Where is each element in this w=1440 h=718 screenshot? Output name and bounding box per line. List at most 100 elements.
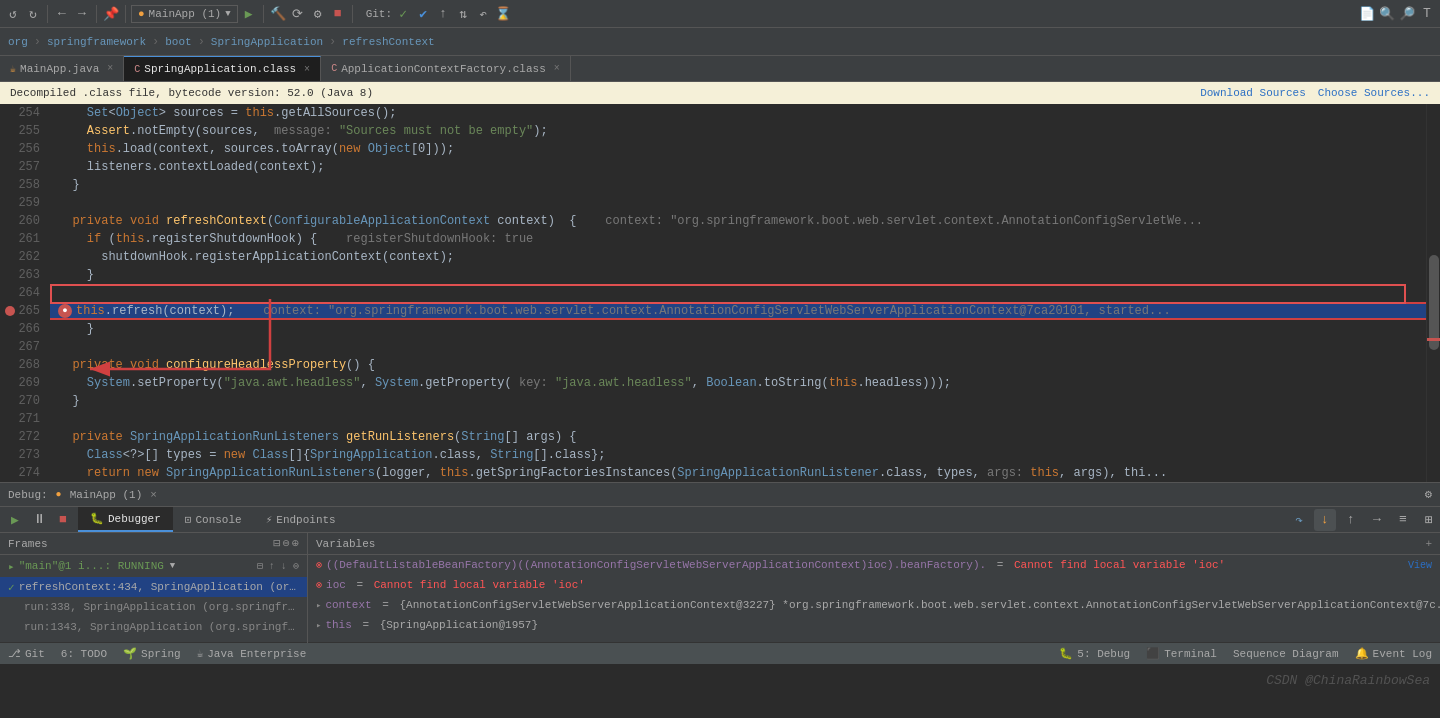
code-line-273[interactable]: Class<?>[] types = new Class[]{SpringApp…: [50, 446, 1426, 464]
filter-btn[interactable]: ⊜: [283, 536, 290, 551]
code-line-265[interactable]: ● this.refresh(context); context: "org.s…: [50, 302, 1426, 320]
ln-262: 262: [4, 248, 46, 266]
code-line-264[interactable]: [50, 284, 1426, 302]
download-sources-link[interactable]: Download Sources: [1200, 87, 1306, 99]
gear-icon[interactable]: ⚙: [1425, 488, 1432, 502]
code-line-255[interactable]: Assert.notEmpty(sources, message: "Sourc…: [50, 122, 1426, 140]
status-git-label: Git: [25, 648, 45, 660]
code-line-257[interactable]: listeners.contextLoaded(context);: [50, 158, 1426, 176]
code-line-268[interactable]: private void configureHeadlessProperty()…: [50, 356, 1426, 374]
code-line-254[interactable]: Set<Object> sources = this.getAllSources…: [50, 104, 1426, 122]
choose-sources-link[interactable]: Choose Sources...: [1318, 87, 1430, 99]
var-item-3[interactable]: ▸ this = {SpringApplication@1957}: [308, 615, 1440, 635]
status-terminal[interactable]: ⬛ Terminal: [1146, 647, 1217, 660]
nav-boot[interactable]: boot: [165, 36, 191, 48]
status-todo[interactable]: 6: TODO: [61, 648, 107, 660]
step-into-btn[interactable]: ↓: [1314, 509, 1336, 531]
scrollbar[interactable]: [1426, 104, 1440, 482]
settings-icon[interactable]: ⚙: [309, 5, 327, 23]
tab-console[interactable]: ⊡ Console: [173, 507, 254, 532]
tab-endpoints[interactable]: ⚡ Endpoints: [254, 507, 348, 532]
back-icon[interactable]: ←: [53, 5, 71, 23]
git-check-icon[interactable]: ✓: [394, 5, 412, 23]
code-line-274[interactable]: return new SpringApplicationRunListeners…: [50, 464, 1426, 482]
status-eventlog[interactable]: 🔔 Event Log: [1355, 647, 1432, 660]
tab-debugger[interactable]: 🐛 Debugger: [78, 507, 173, 532]
status-java-enterprise[interactable]: ☕ Java Enterprise: [197, 647, 307, 660]
var-item-1[interactable]: ⊗ ioc = Cannot find local variable 'ioc': [308, 575, 1440, 595]
status-spring[interactable]: 🌱 Spring: [123, 647, 181, 660]
frame-item-1[interactable]: run:338, SpringApplication (org.springfr…: [0, 597, 307, 617]
undo-icon[interactable]: ↺: [4, 5, 22, 23]
status-debug[interactable]: 🐛 5: Debug: [1059, 647, 1130, 660]
nav-springframework[interactable]: springframework: [47, 36, 146, 48]
step-over-btn[interactable]: ↷: [1288, 509, 1310, 531]
run-cursor-btn[interactable]: →: [1366, 509, 1388, 531]
stop-icon[interactable]: ■: [329, 5, 347, 23]
pin-icon[interactable]: 📌: [102, 5, 120, 23]
thread-item[interactable]: ▸ "main"@1 i...: RUNNING ▼ ⊟ ↑ ↓ ⊜: [0, 555, 307, 577]
redo-icon[interactable]: ↻: [24, 5, 42, 23]
git-history-icon[interactable]: ⌛: [494, 5, 512, 23]
nav-springapplication[interactable]: SpringApplication: [211, 36, 323, 48]
forward-icon[interactable]: →: [73, 5, 91, 23]
code-line-262[interactable]: shutdownHook.registerApplicationContext(…: [50, 248, 1426, 266]
nav-org[interactable]: org: [8, 36, 28, 48]
code-line-267[interactable]: [50, 338, 1426, 356]
code-line-258[interactable]: }: [50, 176, 1426, 194]
step-out-btn[interactable]: ↑: [1340, 509, 1362, 531]
nav-refreshcontext[interactable]: refreshContext: [342, 36, 434, 48]
run-icon[interactable]: ▶: [240, 5, 258, 23]
frame-item-2[interactable]: run:1343, SpringApplication (org.springf…: [0, 617, 307, 637]
code-line-261[interactable]: if (this.registerShutdownHook) { registe…: [50, 230, 1426, 248]
view-link-0[interactable]: View: [1408, 560, 1432, 571]
file-icon[interactable]: 📄: [1358, 5, 1376, 23]
add-watch-btn[interactable]: +: [1425, 538, 1432, 550]
code-line-256[interactable]: this.load(context, sources.toArray(new O…: [50, 140, 1426, 158]
expand-arrow-2[interactable]: ▸: [316, 600, 321, 611]
var-item-0[interactable]: ⊗ ((DefaultListableBeanFactory)((Annotat…: [308, 555, 1440, 575]
tab-appctx[interactable]: C ApplicationContextFactory.class ×: [321, 56, 571, 81]
git-push-icon[interactable]: ↑: [434, 5, 452, 23]
je-icon: ☕: [197, 647, 204, 660]
build-icon[interactable]: 🔨: [269, 5, 287, 23]
var-item-2[interactable]: ▸ context = {AnnotationConfigServletWebS…: [308, 595, 1440, 615]
close-mainapp[interactable]: ×: [107, 63, 113, 74]
code-line-270[interactable]: }: [50, 392, 1426, 410]
copy-btn[interactable]: ⊕: [292, 536, 299, 551]
frame-item-0[interactable]: ✓ refreshContext:434, SpringApplication …: [0, 577, 307, 597]
thread-controls-btn[interactable]: ⊟ ↑ ↓ ⊜: [257, 560, 299, 572]
git-tick-icon[interactable]: ✔: [414, 5, 432, 23]
status-git[interactable]: ⎇ Git: [8, 647, 45, 660]
tab-springapp[interactable]: C SpringApplication.class ×: [124, 56, 321, 81]
expand-arrow-3[interactable]: ▸: [316, 620, 321, 631]
translate-icon[interactable]: T: [1418, 5, 1436, 23]
code-line-263[interactable]: }: [50, 266, 1426, 284]
code-line-271[interactable]: [50, 410, 1426, 428]
git-revert-icon[interactable]: ↶: [474, 5, 492, 23]
code-line-259[interactable]: [50, 194, 1426, 212]
pause-btn[interactable]: ⏸: [28, 509, 50, 531]
run-config-selector[interactable]: ● MainApp (1) ▼: [131, 5, 238, 23]
code-line-260[interactable]: private void refreshContext(Configurable…: [50, 212, 1426, 230]
code-line-269[interactable]: System.setProperty("java.awt.headless", …: [50, 374, 1426, 392]
tab-mainapp[interactable]: ☕ MainApp.java ×: [0, 56, 124, 81]
layout-btn[interactable]: ⊞: [1418, 509, 1440, 531]
stop-btn[interactable]: ■: [52, 509, 74, 531]
find-icon[interactable]: 🔎: [1398, 5, 1416, 23]
code-area[interactable]: Set<Object> sources = this.getAllSources…: [50, 104, 1426, 482]
search-icon[interactable]: 🔍: [1378, 5, 1396, 23]
code-line-272[interactable]: private SpringApplicationRunListeners ge…: [50, 428, 1426, 446]
thread-dump-btn[interactable]: ⊟: [273, 536, 280, 551]
reload-icon[interactable]: ⟳: [289, 5, 307, 23]
status-sequence[interactable]: Sequence Diagram: [1233, 648, 1339, 660]
resume-btn[interactable]: ▶: [4, 509, 26, 531]
debug-close-x[interactable]: ×: [150, 489, 157, 501]
eval-btn[interactable]: ≡: [1392, 509, 1414, 531]
scroll-thumb[interactable]: [1429, 255, 1439, 350]
git-fetch-icon[interactable]: ⇅: [454, 5, 472, 23]
ln-263: 263: [4, 266, 46, 284]
close-appctx[interactable]: ×: [554, 63, 560, 74]
code-line-266[interactable]: }: [50, 320, 1426, 338]
close-springapp[interactable]: ×: [304, 64, 310, 75]
